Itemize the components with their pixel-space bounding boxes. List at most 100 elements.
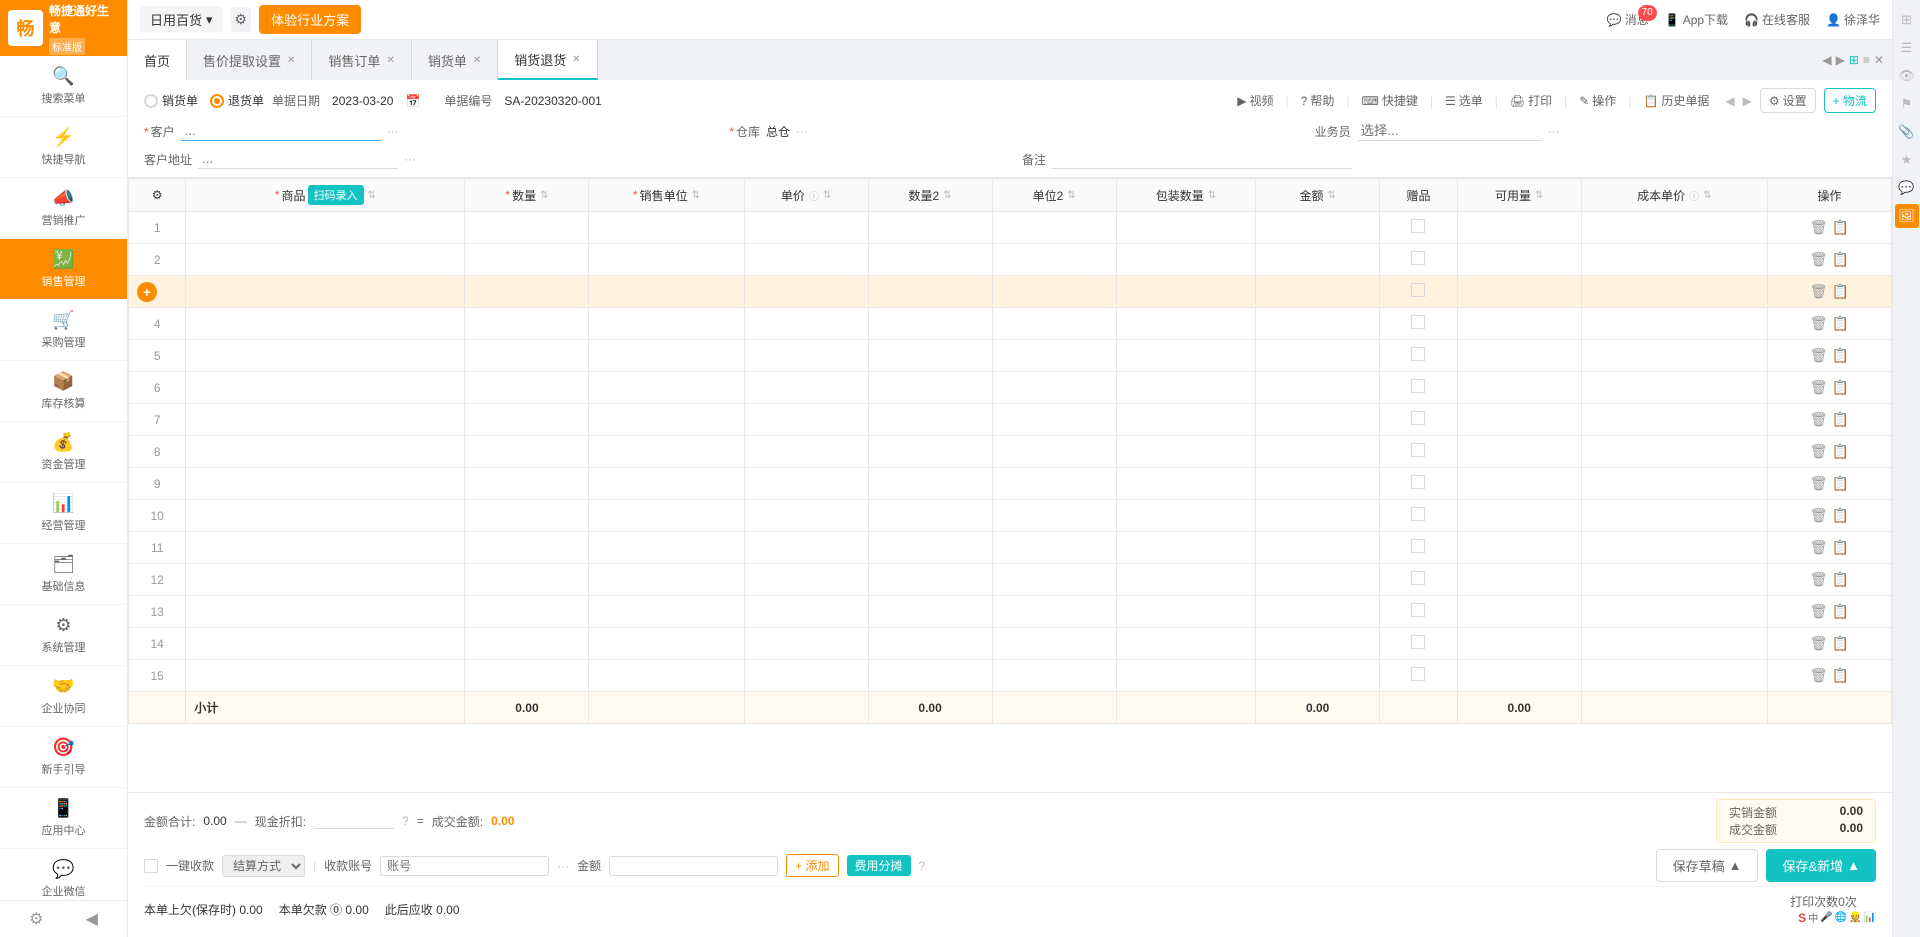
row-copy-btn-5[interactable]: 📋 bbox=[1832, 347, 1849, 364]
tab-home[interactable]: 首页 bbox=[128, 40, 187, 80]
nav-next-icon[interactable]: ▶ bbox=[1743, 94, 1752, 108]
row-delete-btn-2[interactable]: 🗑 bbox=[1810, 251, 1828, 268]
message-btn[interactable]: 💬 消息 70 bbox=[1607, 11, 1649, 28]
tab-close-price-setting[interactable]: ✕ bbox=[287, 55, 295, 66]
sort-goods-icon[interactable]: ⇅ bbox=[368, 190, 376, 201]
gift-checkbox-row-3[interactable] bbox=[1411, 283, 1425, 297]
customer-addr-input[interactable] bbox=[198, 149, 398, 169]
tab-close-sales-order[interactable]: ✕ bbox=[386, 55, 394, 66]
row-copy-btn-11[interactable]: 📋 bbox=[1832, 539, 1849, 556]
sidebar-item-wechat[interactable]: 💬 企业微信 bbox=[0, 849, 127, 900]
remark-input[interactable] bbox=[1052, 149, 1352, 169]
radio-delivery[interactable]: 销货单 bbox=[144, 92, 198, 109]
gift-checkbox-row-8[interactable] bbox=[1411, 443, 1425, 457]
sort-amount-icon[interactable]: ⇅ bbox=[1328, 190, 1336, 201]
right-sidebar-list[interactable]: ☰ bbox=[1895, 36, 1919, 60]
row-copy-btn-13[interactable]: 📋 bbox=[1832, 603, 1849, 620]
tab-nav-next[interactable]: ▶ bbox=[1836, 53, 1845, 67]
sort-pack-qty-icon[interactable]: ⇅ bbox=[1208, 190, 1216, 201]
row-copy-btn-3[interactable]: 📋 bbox=[1832, 283, 1849, 300]
gift-checkbox-row-10[interactable] bbox=[1411, 507, 1425, 521]
nav-prev-icon[interactable]: ◀ bbox=[1725, 94, 1734, 108]
row-copy-btn-2[interactable]: 📋 bbox=[1832, 251, 1849, 268]
row-copy-btn-9[interactable]: 📋 bbox=[1832, 475, 1849, 492]
sort-unit2-icon[interactable]: ⇅ bbox=[1067, 190, 1075, 201]
gift-checkbox-row-6[interactable] bbox=[1411, 379, 1425, 393]
tab-nav-prev[interactable]: ◀ bbox=[1822, 53, 1831, 67]
gift-checkbox-row-14[interactable] bbox=[1411, 635, 1425, 649]
row-copy-btn-14[interactable]: 📋 bbox=[1832, 635, 1849, 652]
user-menu-btn[interactable]: 👤 徐泽华 bbox=[1826, 11, 1880, 28]
sort-quantity-icon[interactable]: ⇅ bbox=[540, 190, 548, 201]
row-delete-btn-4[interactable]: 🗑 bbox=[1810, 315, 1828, 332]
toolbar-shortcut-btn[interactable]: ⌨ 快捷键 bbox=[1357, 90, 1421, 111]
tab-sales-order[interactable]: 销售订单 ✕ bbox=[312, 40, 411, 80]
toolbar-history-btn[interactable]: 📋 历史单据 bbox=[1639, 90, 1713, 111]
row-copy-btn-7[interactable]: 📋 bbox=[1832, 411, 1849, 428]
account-more-btn[interactable]: ··· bbox=[557, 859, 569, 873]
sidebar-item-newbie[interactable]: 🎯 新手引导 bbox=[0, 727, 127, 788]
fee-split-btn[interactable]: 费用分摊 bbox=[847, 855, 911, 876]
tab-sales-delivery[interactable]: 销货单 ✕ bbox=[412, 40, 498, 80]
sidebar-item-operation[interactable]: 📊 经营管理 bbox=[0, 483, 127, 544]
sort-sales-unit-icon[interactable]: ⇅ bbox=[692, 190, 700, 201]
toolbar-help-btn[interactable]: ? 帮助 bbox=[1297, 90, 1339, 111]
row-copy-btn-8[interactable]: 📋 bbox=[1832, 443, 1849, 460]
row-delete-btn-8[interactable]: 🗑 bbox=[1810, 443, 1828, 460]
sidebar-item-purchase[interactable]: 🛒 采购管理 bbox=[0, 300, 127, 361]
add-payment-btn[interactable]: + 添加 bbox=[786, 854, 838, 877]
goods-input-row-3[interactable] bbox=[194, 284, 456, 299]
right-sidebar-img[interactable]: 🖼 bbox=[1895, 204, 1919, 228]
account-input[interactable] bbox=[380, 856, 549, 876]
row-delete-btn-6[interactable]: 🗑 bbox=[1810, 379, 1828, 396]
tab-view-list[interactable]: ≡ bbox=[1863, 53, 1870, 67]
right-sidebar-clip[interactable]: 📎 bbox=[1895, 120, 1919, 144]
row-delete-btn-13[interactable]: 🗑 bbox=[1810, 603, 1828, 620]
customer-more-btn[interactable]: ··· bbox=[387, 124, 399, 138]
row-copy-btn-4[interactable]: 📋 bbox=[1832, 315, 1849, 332]
sidebar-item-basic[interactable]: 🗂 基础信息 bbox=[0, 544, 127, 605]
sidebar-item-sales[interactable]: 💹 销售管理 bbox=[0, 239, 127, 300]
row-copy-btn-12[interactable]: 📋 bbox=[1832, 571, 1849, 588]
sidebar-item-apps[interactable]: 📱 应用中心 bbox=[0, 788, 127, 849]
row-delete-btn-12[interactable]: 🗑 bbox=[1810, 571, 1828, 588]
toolbar-select-btn[interactable]: ☰ 选单 bbox=[1441, 90, 1487, 111]
tab-close-sales-delivery[interactable]: ✕ bbox=[473, 55, 481, 66]
tab-close-sales-return[interactable]: ✕ bbox=[572, 54, 580, 65]
tab-sales-return[interactable]: 销货退货 ✕ bbox=[498, 40, 597, 80]
warehouse-more-btn[interactable]: ··· bbox=[796, 124, 808, 138]
toolbar-video-btn[interactable]: ▶ 视频 bbox=[1233, 90, 1277, 111]
row-copy-btn-15[interactable]: 📋 bbox=[1832, 667, 1849, 684]
save-draft-btn[interactable]: 保存草稿 ▲ bbox=[1656, 849, 1759, 882]
sort-cost-price-icon[interactable]: ⇅ bbox=[1703, 190, 1711, 201]
sidebar-item-enterprise[interactable]: 🤝 企业协同 bbox=[0, 666, 127, 727]
right-sidebar-flag[interactable]: ⚑ bbox=[1895, 92, 1919, 116]
row-delete-btn-7[interactable]: 🗑 bbox=[1810, 411, 1828, 428]
sidebar-item-system[interactable]: ⚙ 系统管理 bbox=[0, 605, 127, 666]
toolbar-print-btn[interactable]: 🖨 打印 bbox=[1506, 90, 1556, 111]
addr-more-btn[interactable]: ··· bbox=[404, 152, 416, 166]
tab-price-setting[interactable]: 售价提取设置 ✕ bbox=[187, 40, 312, 80]
discount-input[interactable] bbox=[314, 813, 394, 829]
sort-available-icon[interactable]: ⇅ bbox=[1535, 190, 1543, 201]
th-settings[interactable]: ⚙ bbox=[129, 179, 186, 212]
gift-checkbox-row-9[interactable] bbox=[1411, 475, 1425, 489]
gift-checkbox-row-2[interactable] bbox=[1411, 251, 1425, 265]
sidebar-item-search[interactable]: 🔍 搜索菜单 bbox=[0, 56, 127, 117]
row-copy-btn-10[interactable]: 📋 bbox=[1832, 507, 1849, 524]
scan-entry-btn[interactable]: 扫码录入 bbox=[308, 185, 364, 205]
add-row-btn[interactable]: + bbox=[137, 282, 157, 302]
row-copy-btn-6[interactable]: 📋 bbox=[1832, 379, 1849, 396]
collapse-btn[interactable]: ◀ bbox=[86, 909, 98, 929]
logistics-btn[interactable]: + 物流 bbox=[1824, 88, 1876, 113]
header-settings-btn[interactable]: ⚙ bbox=[231, 7, 252, 32]
payment-amount-input[interactable] bbox=[609, 856, 778, 876]
right-sidebar-expand[interactable]: ⊞ bbox=[1895, 8, 1919, 32]
sidebar-item-marketing[interactable]: 📣 营销推广 bbox=[0, 178, 127, 239]
gift-checkbox-row-12[interactable] bbox=[1411, 571, 1425, 585]
gift-checkbox-row-11[interactable] bbox=[1411, 539, 1425, 553]
settings-bottom-btn[interactable]: ⚙ bbox=[29, 909, 43, 929]
right-sidebar-star[interactable]: ★ bbox=[1895, 148, 1919, 172]
gift-checkbox-row-5[interactable] bbox=[1411, 347, 1425, 361]
customer-input[interactable] bbox=[181, 121, 381, 141]
